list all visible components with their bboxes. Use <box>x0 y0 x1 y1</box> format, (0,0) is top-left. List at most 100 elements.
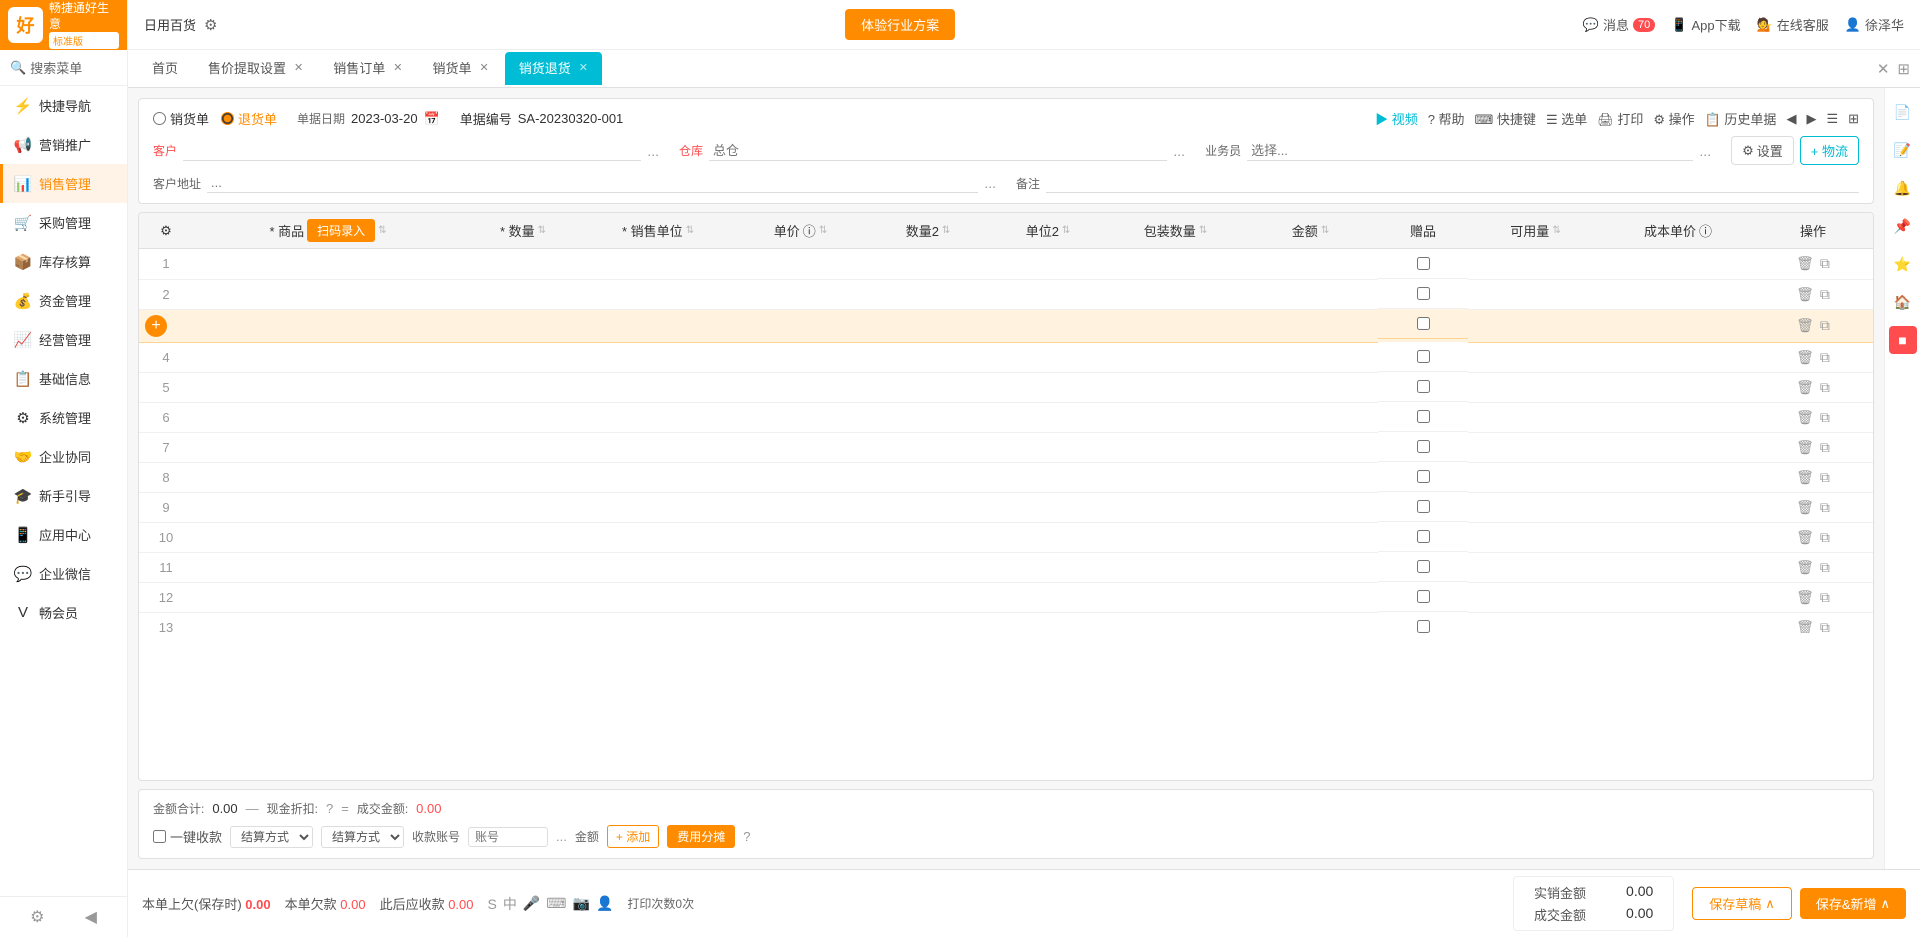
next-icon[interactable]: ▶ <box>1806 111 1816 127</box>
settings-btn[interactable]: ⚙ 设置 <box>1731 136 1794 165</box>
unit2-cell[interactable] <box>988 582 1108 612</box>
amount-cell[interactable] <box>1243 249 1378 280</box>
product-sort-icon[interactable]: ⇅ <box>378 225 386 236</box>
copy-icon[interactable]: ⧉ <box>1820 559 1830 576</box>
sales-unit-cell[interactable] <box>583 492 733 522</box>
amount-cell[interactable] <box>1243 462 1378 492</box>
qty-cell[interactable] <box>463 432 583 462</box>
customer-input[interactable] <box>183 141 641 161</box>
unit-price-cell[interactable] <box>733 309 868 342</box>
help-btn[interactable]: ? 帮助 <box>1428 109 1465 128</box>
available-cell[interactable] <box>1468 372 1603 402</box>
unit2-cell[interactable] <box>988 372 1108 402</box>
delete-icon[interactable]: 🗑 <box>1796 409 1814 426</box>
qty2-cell[interactable] <box>868 582 988 612</box>
view-grid-icon[interactable]: ⊞ <box>1848 111 1859 127</box>
qty-cell[interactable] <box>463 612 583 633</box>
qty2-cell[interactable] <box>868 249 988 280</box>
qty2-cell[interactable] <box>868 462 988 492</box>
copy-icon[interactable]: ⧉ <box>1820 499 1830 516</box>
tab-sales-return-close[interactable]: ✕ <box>579 61 588 74</box>
copy-icon[interactable]: ⧉ <box>1820 349 1830 366</box>
sales-unit-cell[interactable] <box>583 522 733 552</box>
tab-sales-order-close[interactable]: ✕ <box>393 61 402 74</box>
address-dots[interactable]: ... <box>984 175 996 191</box>
cost-price-cell[interactable] <box>1603 522 1753 552</box>
qty2-cell[interactable] <box>868 372 988 402</box>
pack-qty-cell[interactable] <box>1108 372 1243 402</box>
gift-checkbox[interactable] <box>1417 530 1430 543</box>
sidebar-item-quick-nav[interactable]: ⚡ 快捷导航 <box>0 86 127 125</box>
copy-icon[interactable]: ⧉ <box>1820 255 1830 272</box>
bottom-camera-icon[interactable]: 📷 <box>573 895 590 912</box>
available-cell[interactable] <box>1468 249 1603 280</box>
right-panel-active-icon[interactable]: ■ <box>1889 326 1917 354</box>
available-cell[interactable] <box>1468 612 1603 633</box>
gift-checkbox[interactable] <box>1417 500 1430 513</box>
sales-unit-cell[interactable] <box>583 552 733 582</box>
cost-price-cell[interactable] <box>1603 462 1753 492</box>
amount-cell[interactable] <box>1243 402 1378 432</box>
delete-icon[interactable]: 🗑 <box>1796 589 1814 606</box>
unit-price-info-icon[interactable]: ⓘ <box>803 221 816 240</box>
sidebar-item-inventory[interactable]: 📦 库存核算 <box>0 242 127 281</box>
unit2-cell[interactable] <box>988 342 1108 372</box>
topbar-settings-icon[interactable]: ⚙ <box>204 16 217 34</box>
save-draft-btn[interactable]: 保存草稿 ∧ <box>1692 887 1792 920</box>
amount-cell[interactable] <box>1243 342 1378 372</box>
sidebar-item-system-mgmt[interactable]: ⚙ 系统管理 <box>0 398 127 437</box>
account-dots[interactable]: ... <box>556 829 567 844</box>
tab-sales-shipment-close[interactable]: ✕ <box>480 61 489 74</box>
address-input[interactable] <box>207 173 978 193</box>
prev-icon[interactable]: ◀ <box>1786 111 1796 127</box>
product-cell[interactable] <box>193 249 463 280</box>
copy-icon[interactable]: ⧉ <box>1820 379 1830 396</box>
unit2-cell[interactable] <box>988 279 1108 309</box>
add-row-btn[interactable]: + <box>145 315 167 337</box>
sidebar-item-member[interactable]: V 畅会员 <box>0 593 127 632</box>
qty-cell[interactable] <box>463 342 583 372</box>
unit2-cell[interactable] <box>988 552 1108 582</box>
cost-price-cell[interactable] <box>1603 279 1753 309</box>
gift-checkbox[interactable] <box>1417 620 1430 633</box>
sales-unit-cell[interactable] <box>583 432 733 462</box>
pack-qty-cell[interactable] <box>1108 309 1243 342</box>
sidebar-collapse-icon[interactable]: ◀ <box>85 907 97 927</box>
product-cell[interactable] <box>193 342 463 372</box>
pack-qty-cell[interactable] <box>1108 492 1243 522</box>
cost-price-cell[interactable] <box>1603 612 1753 633</box>
cost-price-cell[interactable] <box>1603 249 1753 280</box>
view-list-icon[interactable]: ☰ <box>1826 111 1838 127</box>
available-cell[interactable] <box>1468 402 1603 432</box>
unit2-cell[interactable] <box>988 402 1108 432</box>
qty2-cell[interactable] <box>868 492 988 522</box>
delete-icon[interactable]: 🗑 <box>1796 317 1814 334</box>
cost-price-cell[interactable] <box>1603 342 1753 372</box>
gift-checkbox[interactable] <box>1417 590 1430 603</box>
user-info[interactable]: 👤 徐泽华 <box>1845 15 1904 34</box>
product-cell[interactable] <box>193 552 463 582</box>
product-cell[interactable] <box>193 582 463 612</box>
sales-unit-cell[interactable] <box>583 612 733 633</box>
one-click-checkbox-input[interactable] <box>153 830 166 843</box>
unit-price-sort-icon[interactable]: ⇅ <box>819 225 827 236</box>
qty-cell[interactable] <box>463 372 583 402</box>
fee-split-btn[interactable]: 费用分摊 <box>667 825 735 848</box>
product-cell[interactable] <box>193 492 463 522</box>
cost-price-cell[interactable] <box>1603 402 1753 432</box>
qty2-cell[interactable] <box>868 432 988 462</box>
unit-price-cell[interactable] <box>733 612 868 633</box>
unit2-cell[interactable] <box>988 432 1108 462</box>
unit2-cell[interactable] <box>988 612 1108 633</box>
cost-price-info-icon[interactable]: ⓘ <box>1699 221 1712 240</box>
unit-price-cell[interactable] <box>733 342 868 372</box>
copy-icon[interactable]: ⧉ <box>1820 286 1830 303</box>
sidebar-item-finance[interactable]: 💰 资金管理 <box>0 281 127 320</box>
qty2-cell[interactable] <box>868 342 988 372</box>
return-radio[interactable]: 退货单 <box>221 109 277 128</box>
copy-icon[interactable]: ⧉ <box>1820 469 1830 486</box>
customer-dots[interactable]: ... <box>647 143 659 159</box>
product-input[interactable] <box>199 316 457 335</box>
sidebar-item-marketing[interactable]: 📢 营销推广 <box>0 125 127 164</box>
cost-price-cell[interactable] <box>1603 372 1753 402</box>
